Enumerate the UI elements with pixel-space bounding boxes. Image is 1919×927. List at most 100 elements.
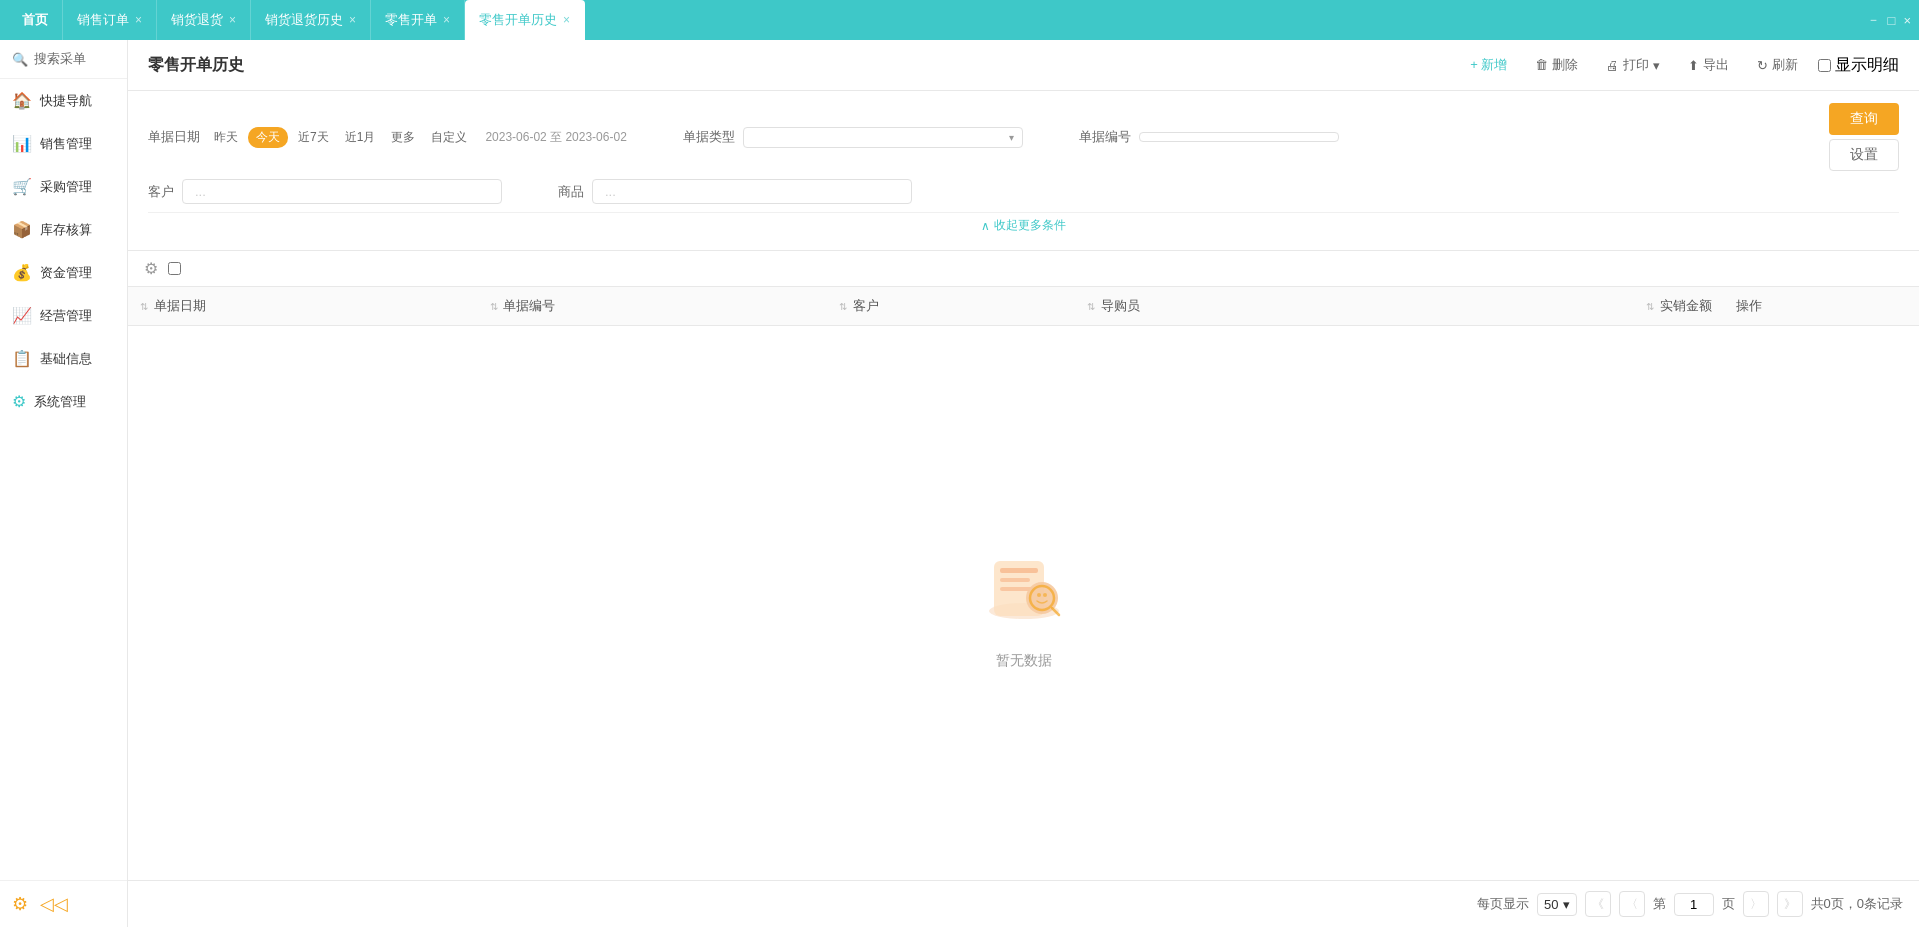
window-max[interactable]: □ [1888, 13, 1896, 28]
sidebar-item-inventory[interactable]: 📦 库存核算 [0, 208, 127, 251]
setting-button[interactable]: 设置 [1829, 139, 1899, 171]
page-word: 第 [1653, 895, 1666, 913]
page-last-button[interactable]: 》 [1777, 891, 1803, 917]
refresh-label: 刷新 [1772, 56, 1798, 74]
query-button[interactable]: 查询 [1829, 103, 1899, 135]
top-bar: 首页 销售订单 × 销货退货 × 销货退货历史 × 零售开单 × 零售开单历史 … [0, 0, 1919, 40]
sidebar-item-sales-mgmt[interactable]: 📊 销售管理 [0, 122, 127, 165]
sidebar-label-sales-mgmt: 销售管理 [40, 135, 92, 153]
add-button[interactable]: + 新增 [1462, 52, 1515, 78]
page-first-button[interactable]: 《 [1585, 891, 1611, 917]
tab-retail-open-history[interactable]: 零售开单历史 × [465, 0, 585, 40]
delete-button[interactable]: 🗑 删除 [1527, 52, 1586, 78]
customer-input[interactable]: ... [182, 179, 502, 204]
sidebar-search[interactable]: 🔍 搜索采单 [0, 40, 127, 79]
sidebar-item-purchase-mgmt[interactable]: 🛒 采购管理 [0, 165, 127, 208]
tab-close-sales-return-history[interactable]: × [349, 13, 356, 27]
window-controls: － □ × [1867, 11, 1911, 29]
collapse-bar[interactable]: ∧ 收起更多条件 [148, 212, 1899, 238]
table-settings-icon[interactable]: ⚙ [144, 259, 158, 278]
tab-sales-order[interactable]: 销售订单 × [63, 0, 157, 40]
date-btn-more[interactable]: 更多 [385, 127, 421, 148]
page-header: 零售开单历史 + 新增 🗑 删除 🖨 打印 ▾ ⬆ 导出 ↻ 刷新 [128, 40, 1919, 91]
display-detail-label: 显示明细 [1835, 55, 1899, 76]
per-page-label: 每页显示 [1477, 895, 1529, 913]
gear-icon: ⚙ [12, 392, 26, 411]
filter-row-2: 客户 ... 商品 ... [148, 179, 1899, 204]
chevron-up-icon: ∧ [981, 219, 990, 233]
window-close[interactable]: × [1903, 13, 1911, 28]
sort-amount-icon: ⇅ [1646, 301, 1654, 312]
tab-close-retail-open[interactable]: × [443, 13, 450, 27]
date-btn-custom[interactable]: 自定义 [425, 127, 473, 148]
type-filter-group: 单据类型 ▾ [683, 127, 1023, 148]
col-action: 操作 [1724, 287, 1919, 326]
empty-state: 暂无数据 [128, 326, 1919, 880]
sort-customer-icon: ⇅ [839, 301, 847, 312]
settings-bottom-icon[interactable]: ⚙ [12, 893, 28, 915]
export-button[interactable]: ⬆ 导出 [1680, 52, 1737, 78]
page-prev-button[interactable]: 〈 [1619, 891, 1645, 917]
col-number[interactable]: ⇅ 单据编号 [478, 287, 828, 326]
goods-filter-group: 商品 ... [558, 179, 912, 204]
box-icon: 📦 [12, 220, 32, 239]
svg-rect-2 [1000, 568, 1038, 573]
print-label: 打印 [1623, 56, 1649, 74]
sidebar-label-sys-mgmt: 系统管理 [34, 393, 86, 411]
tab-sales-return[interactable]: 销货退货 × [157, 0, 251, 40]
date-btn-yesterday[interactable]: 昨天 [208, 127, 244, 148]
sidebar-item-finance-mgmt[interactable]: 💰 资金管理 [0, 251, 127, 294]
page-title: 零售开单历史 [148, 55, 244, 76]
tab-home[interactable]: 首页 [8, 0, 63, 40]
type-select[interactable]: ▾ [743, 127, 1023, 148]
sidebar-item-quick-nav[interactable]: 🏠 快捷导航 [0, 79, 127, 122]
date-btn-1month[interactable]: 近1月 [339, 127, 382, 148]
goods-input[interactable]: ... [592, 179, 912, 204]
window-min[interactable]: － [1867, 11, 1880, 29]
select-all-checkbox[interactable] [168, 262, 181, 275]
type-filter-label: 单据类型 [683, 128, 735, 146]
total-info: 共0页，0条记录 [1811, 895, 1903, 913]
col-guide[interactable]: ⇅ 导购员 [1075, 287, 1374, 326]
col-date[interactable]: ⇅ 单据日期 [128, 287, 478, 326]
export-label: 导出 [1703, 56, 1729, 74]
type-select-arrow-icon: ▾ [1009, 132, 1014, 143]
per-page-select[interactable]: 50 ▾ [1537, 893, 1576, 916]
search-icon: 🔍 [12, 52, 28, 67]
collapse-sidebar-icon[interactable]: ◁◁ [40, 893, 68, 915]
filter-area: 单据日期 昨天 今天 近7天 近1月 更多 自定义 2023-06-02 至 2… [128, 91, 1919, 251]
collapse-label: 收起更多条件 [994, 217, 1066, 234]
sidebar-item-base-info[interactable]: 📋 基础信息 [0, 337, 127, 380]
table-toolbar: ⚙ [128, 251, 1919, 287]
goods-filter-label: 商品 [558, 183, 584, 201]
refresh-button[interactable]: ↻ 刷新 [1749, 52, 1806, 78]
page-next-button[interactable]: 〉 [1743, 891, 1769, 917]
tab-close-sales-return[interactable]: × [229, 13, 236, 27]
date-btn-7days[interactable]: 近7天 [292, 127, 335, 148]
per-page-value: 50 [1544, 897, 1558, 912]
date-range-display: 2023-06-02 至 2023-06-02 [485, 129, 626, 146]
home-icon: 🏠 [12, 91, 32, 110]
toolbar: + 新增 🗑 删除 🖨 打印 ▾ ⬆ 导出 ↻ 刷新 显示明细 [1462, 52, 1899, 78]
date-filter-label: 单据日期 [148, 128, 200, 146]
print-button[interactable]: 🖨 打印 ▾ [1598, 52, 1668, 78]
sidebar-label-purchase-mgmt: 采购管理 [40, 178, 92, 196]
sidebar-item-sys-mgmt[interactable]: ⚙ 系统管理 [0, 380, 127, 423]
tab-close-retail-open-history[interactable]: × [563, 13, 570, 27]
page-number-input[interactable] [1674, 893, 1714, 916]
sidebar-bottom: ⚙ ◁◁ [0, 880, 127, 927]
sidebar-search-label: 搜索采单 [34, 50, 86, 68]
tab-retail-open[interactable]: 零售开单 × [371, 0, 465, 40]
sort-number-icon: ⇅ [490, 301, 498, 312]
goods-dots: ... [605, 184, 616, 199]
sidebar-label-inventory: 库存核算 [40, 221, 92, 239]
col-amount[interactable]: ⇅ 实销金额 [1374, 287, 1724, 326]
tab-close-sales-order[interactable]: × [135, 13, 142, 27]
display-detail-wrapper[interactable]: 显示明细 [1818, 55, 1899, 76]
tab-sales-return-history[interactable]: 销货退货历史 × [251, 0, 371, 40]
sidebar-item-ops-mgmt[interactable]: 📈 经营管理 [0, 294, 127, 337]
date-btn-today[interactable]: 今天 [248, 127, 288, 148]
col-customer[interactable]: ⇅ 客户 [827, 287, 1075, 326]
number-input[interactable] [1139, 132, 1339, 142]
display-detail-checkbox[interactable] [1818, 59, 1831, 72]
